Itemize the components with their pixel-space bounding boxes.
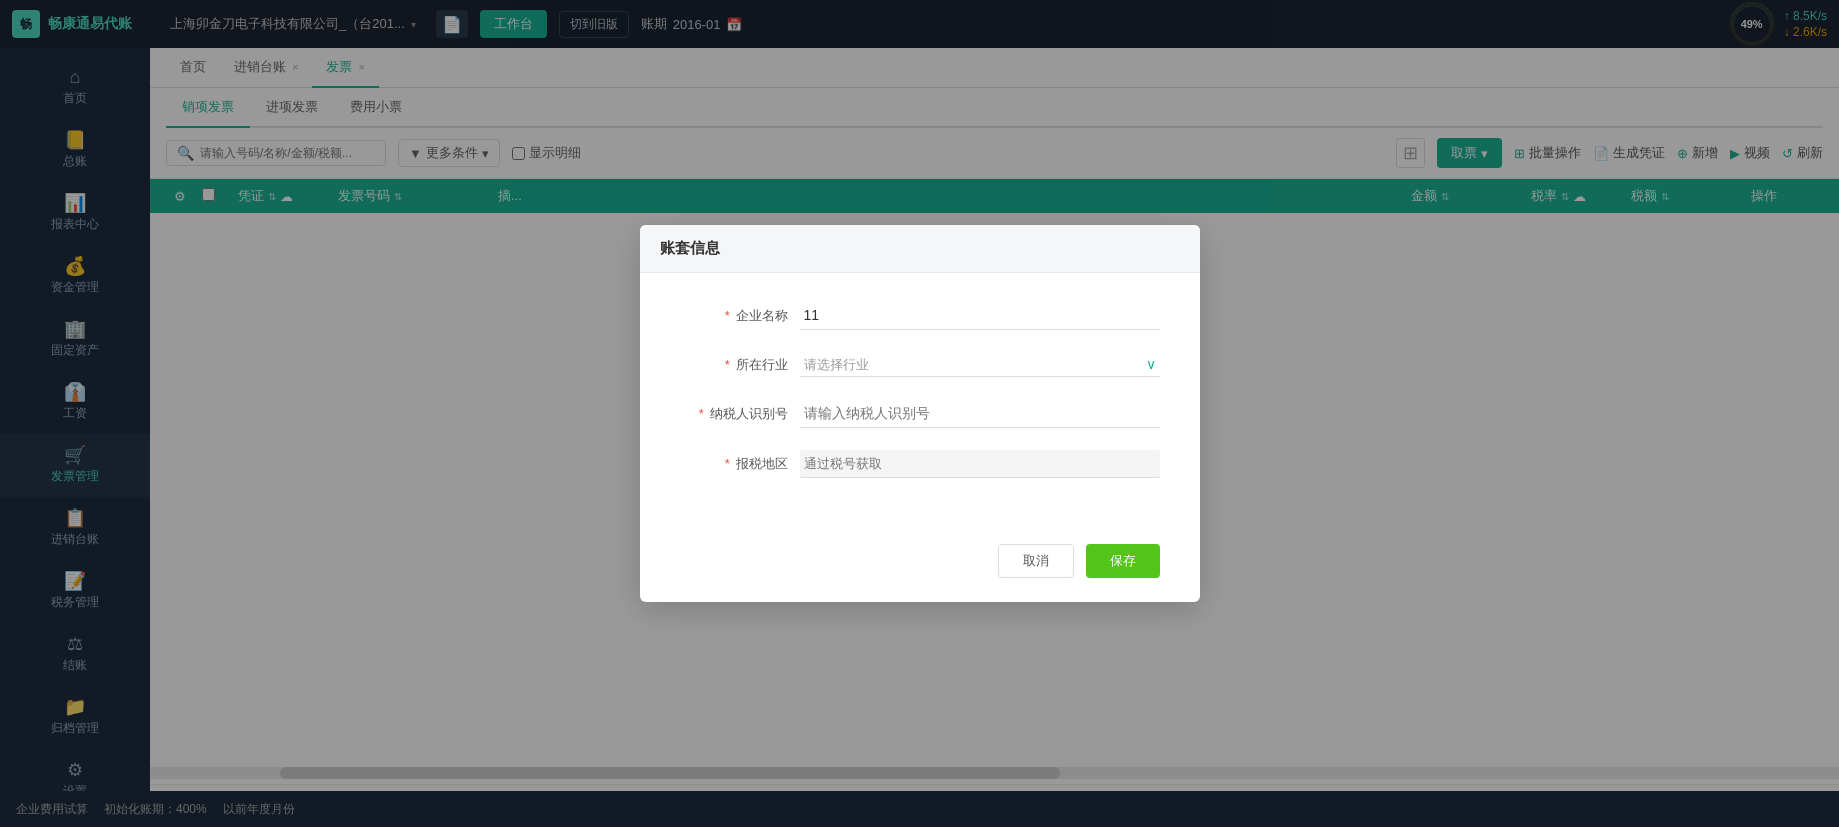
tax-region-input	[800, 450, 1160, 478]
industry-row: * 所在行业 请选择行业 ∨	[680, 352, 1160, 377]
cancel-button[interactable]: 取消	[998, 544, 1074, 578]
company-name-row: * 企业名称	[680, 301, 1160, 330]
tax-id-row: * 纳税人识别号	[680, 399, 1160, 428]
save-button[interactable]: 保存	[1086, 544, 1160, 578]
dialog-header: 账套信息	[640, 225, 1200, 273]
tax-id-input[interactable]	[800, 399, 1160, 428]
company-name-label: * 企业名称	[680, 307, 800, 325]
dialog-footer: 取消 保存	[640, 528, 1200, 602]
dialog-title: 账套信息	[660, 239, 720, 256]
dialog-body: * 企业名称 * 所在行业 请选择行业 ∨	[640, 273, 1200, 528]
industry-label: * 所在行业	[680, 356, 800, 374]
industry-select-wrapper: 请选择行业 ∨	[800, 352, 1160, 377]
industry-arrow[interactable]: ∨	[1146, 356, 1156, 372]
dialog: 账套信息 * 企业名称 * 所在行业 请选择行业	[640, 225, 1200, 602]
tax-region-label: * 报税地区	[680, 455, 800, 473]
tax-region-row: * 报税地区	[680, 450, 1160, 478]
dialog-overlay: 账套信息 * 企业名称 * 所在行业 请选择行业	[0, 0, 1839, 827]
company-name-input[interactable]	[800, 301, 1160, 330]
industry-select[interactable]: 请选择行业	[804, 357, 1146, 372]
tax-id-label: * 纳税人识别号	[680, 405, 800, 423]
